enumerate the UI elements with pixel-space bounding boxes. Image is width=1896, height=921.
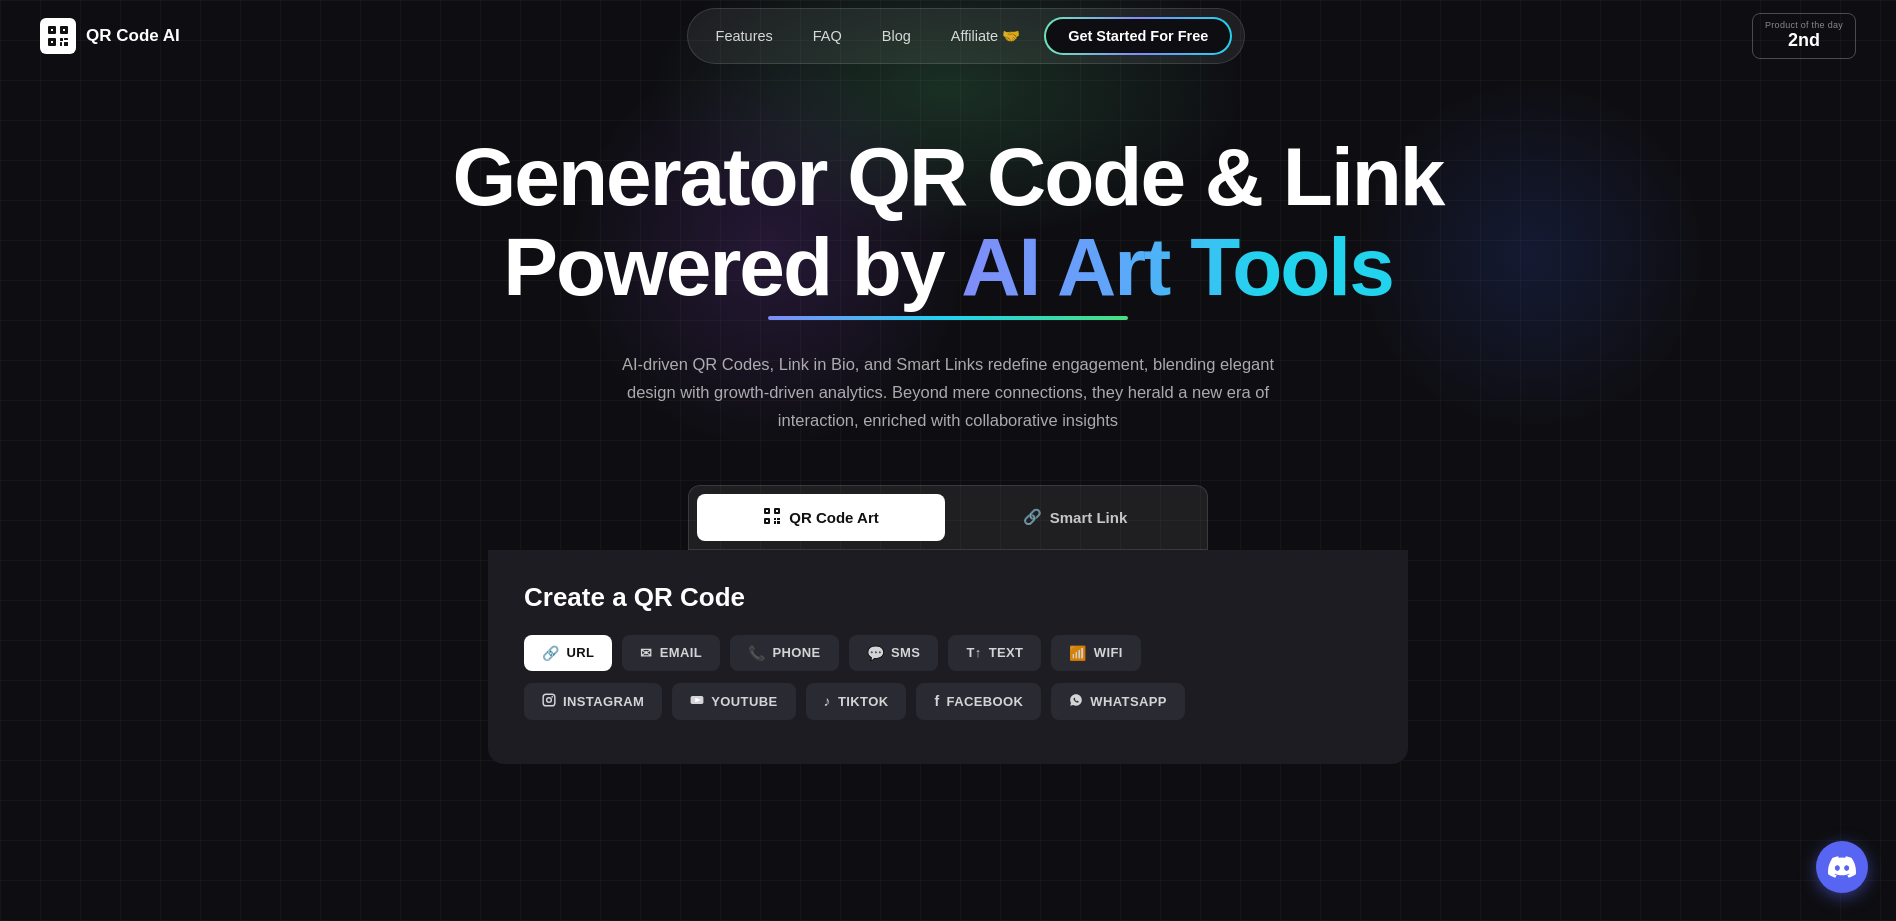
nav-link-blog[interactable]: Blog xyxy=(866,22,927,50)
instagram-icon xyxy=(542,693,556,710)
facebook-icon: f xyxy=(934,693,939,709)
create-card-title: Create a QR Code xyxy=(524,582,1372,613)
svg-rect-15 xyxy=(766,520,768,522)
type-btn-tiktok[interactable]: ♪ TIKTOK xyxy=(806,683,907,720)
svg-rect-13 xyxy=(766,510,768,512)
nav-link-features[interactable]: Features xyxy=(700,22,789,50)
logo-icon xyxy=(40,18,76,54)
tab-smart-link[interactable]: 🔗 Smart Link xyxy=(951,494,1199,541)
type-btn-instagram[interactable]: INSTAGRAM xyxy=(524,683,662,720)
type-buttons-row1: 🔗 URL ✉ EMAIL 📞 PHONE 💬 SMS T↑ TEXT 📶 xyxy=(524,635,1372,671)
hero-title-line1: Generator QR Code & Link xyxy=(453,131,1444,222)
instagram-label: INSTAGRAM xyxy=(563,694,644,709)
text-label: TEXT xyxy=(989,645,1024,660)
svg-point-22 xyxy=(551,695,553,697)
tab-link-icon: 🔗 xyxy=(1023,508,1042,526)
phone-label: PHONE xyxy=(772,645,820,660)
svg-rect-14 xyxy=(776,510,778,512)
svg-rect-5 xyxy=(51,41,53,43)
tabs-container: QR Code Art 🔗 Smart Link xyxy=(20,485,1876,550)
whatsapp-icon xyxy=(1069,693,1083,710)
nav-link-faq[interactable]: FAQ xyxy=(797,22,858,50)
create-card: Create a QR Code 🔗 URL ✉ EMAIL 📞 PHONE 💬… xyxy=(488,550,1408,764)
type-btn-url[interactable]: 🔗 URL xyxy=(524,635,612,671)
hero-subtitle: AI-driven QR Codes, Link in Bio, and Sma… xyxy=(608,350,1288,434)
hero-title-gradient: AI Art Tools xyxy=(961,221,1393,312)
facebook-label: FACEBOOK xyxy=(947,694,1024,709)
svg-rect-7 xyxy=(64,38,68,40)
type-btn-wifi[interactable]: 📶 WIFI xyxy=(1051,635,1140,671)
whatsapp-label: WHATSAPP xyxy=(1090,694,1167,709)
product-rank: 2nd xyxy=(1788,30,1820,52)
get-started-button[interactable]: Get Started For Free xyxy=(1044,17,1232,55)
svg-rect-4 xyxy=(63,29,65,31)
svg-rect-17 xyxy=(777,518,780,520)
nav-right: Product of the day 2nd xyxy=(1752,13,1856,59)
nav-link-affiliate[interactable]: Affiliate 🤝 xyxy=(935,22,1036,51)
tab-qr-label: QR Code Art xyxy=(789,509,878,526)
hero-title-line2-plain: Powered by xyxy=(503,221,961,312)
type-buttons-row2: INSTAGRAM YOUTUBE ♪ TIKTOK f FACEBOOK xyxy=(524,683,1372,720)
svg-rect-3 xyxy=(51,29,53,31)
wifi-label: WIFI xyxy=(1094,645,1123,660)
type-btn-youtube[interactable]: YOUTUBE xyxy=(672,683,795,720)
phone-icon: 📞 xyxy=(748,645,765,661)
wifi-icon: 📶 xyxy=(1069,645,1086,661)
svg-rect-20 xyxy=(543,694,555,706)
svg-rect-18 xyxy=(774,521,776,524)
logo-text: QR Code AI xyxy=(86,26,180,46)
email-label: EMAIL xyxy=(660,645,702,660)
product-of-day-badge: Product of the day 2nd xyxy=(1752,13,1856,59)
svg-rect-6 xyxy=(60,38,63,41)
sms-label: SMS xyxy=(891,645,920,660)
underline-decoration xyxy=(20,316,1876,320)
tab-link-label: Smart Link xyxy=(1050,509,1128,526)
youtube-icon xyxy=(690,693,704,710)
tiktok-label: TIKTOK xyxy=(838,694,889,709)
sms-icon: 💬 xyxy=(867,645,884,661)
svg-rect-16 xyxy=(774,518,776,520)
product-day-label: Product of the day xyxy=(1765,20,1843,30)
type-btn-facebook[interactable]: f FACEBOOK xyxy=(916,683,1041,720)
type-btn-text[interactable]: T↑ TEXT xyxy=(948,635,1041,671)
url-label: URL xyxy=(566,645,594,660)
svg-rect-9 xyxy=(64,42,68,46)
navbar: QR Code AI Features FAQ Blog Affiliate 🤝… xyxy=(0,0,1896,72)
type-btn-sms[interactable]: 💬 SMS xyxy=(849,635,939,671)
gradient-underline xyxy=(768,316,1128,320)
hero-title: Generator QR Code & Link Powered by AI A… xyxy=(20,132,1876,312)
card-container: Create a QR Code 🔗 URL ✉ EMAIL 📞 PHONE 💬… xyxy=(0,550,1896,764)
nav-center: Features FAQ Blog Affiliate 🤝 Get Starte… xyxy=(687,8,1246,64)
url-icon: 🔗 xyxy=(542,645,559,661)
type-btn-email[interactable]: ✉ EMAIL xyxy=(622,635,720,671)
tabs-wrapper: QR Code Art 🔗 Smart Link xyxy=(688,485,1208,550)
tiktok-icon: ♪ xyxy=(824,693,831,709)
discord-button[interactable] xyxy=(1816,841,1868,893)
svg-point-21 xyxy=(547,697,552,702)
type-btn-phone[interactable]: 📞 PHONE xyxy=(730,635,839,671)
tab-qr-code-art[interactable]: QR Code Art xyxy=(697,494,945,541)
email-icon: ✉ xyxy=(640,645,652,661)
tab-qr-icon xyxy=(763,507,781,528)
logo[interactable]: QR Code AI xyxy=(40,18,180,54)
svg-rect-8 xyxy=(60,42,62,46)
youtube-label: YOUTUBE xyxy=(711,694,777,709)
text-icon: T↑ xyxy=(966,645,981,660)
svg-rect-19 xyxy=(777,521,780,524)
type-btn-whatsapp[interactable]: WHATSAPP xyxy=(1051,683,1185,720)
hero-section: Generator QR Code & Link Powered by AI A… xyxy=(0,72,1896,550)
